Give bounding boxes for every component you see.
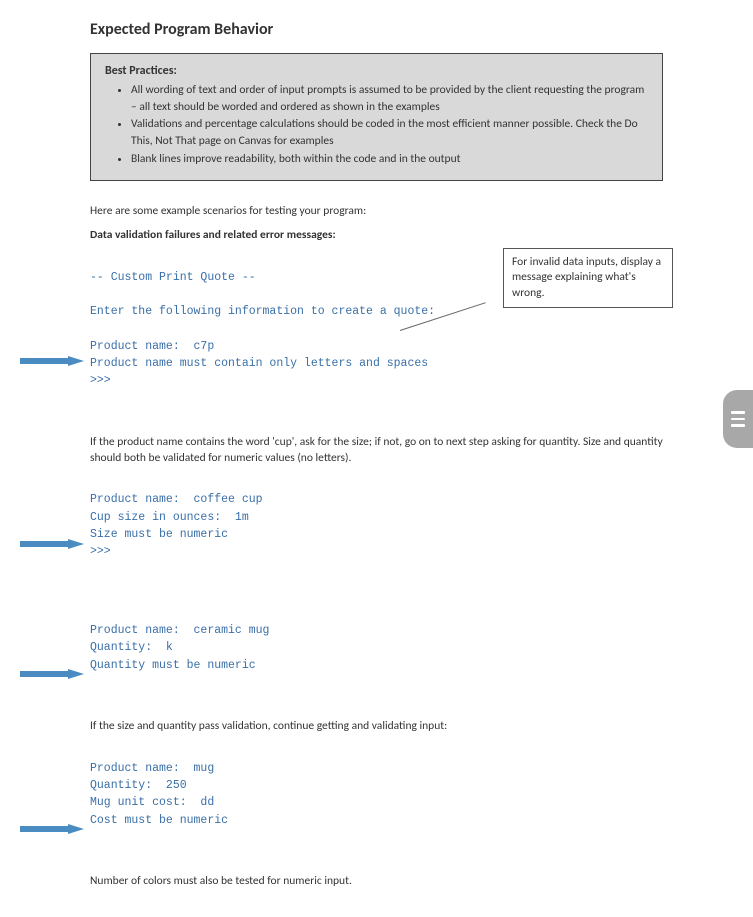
intro-text: Here are some example scenarios for test… xyxy=(90,203,663,219)
code-sample: Product name: mug Quantity: 250 Mug unit… xyxy=(90,743,663,864)
example-block-1: -- Custom Print Quote -- Enter the follo… xyxy=(90,252,663,425)
code-sample: Product name: coffee cup Cup size in oun… xyxy=(90,474,663,595)
code-line: Product name: coffee cup xyxy=(90,493,263,506)
code-line: >>> xyxy=(90,374,111,387)
list-item: Validations and percentage calculations … xyxy=(131,116,648,149)
paragraph: Number of colors must also be tested for… xyxy=(90,873,663,889)
best-practices-box: Best Practices: All wording of text and … xyxy=(90,53,663,181)
pointer-arrow-icon xyxy=(20,322,84,332)
pointer-arrow-icon xyxy=(20,635,84,645)
code-sample: Product name: ceramic mug Quantity: k Qu… xyxy=(90,605,663,709)
menu-icon xyxy=(731,411,745,427)
pointer-arrow-icon xyxy=(20,504,84,514)
code-line: Cup size in ounces: 1m xyxy=(90,511,249,524)
box-title: Best Practices: xyxy=(105,64,648,78)
list-item: Blank lines improve readability, both wi… xyxy=(131,151,648,168)
code-line: Cost must be numeric xyxy=(90,814,228,827)
code-line: Product name: mug xyxy=(90,762,214,775)
code-line: Product name must contain only letters a… xyxy=(90,357,428,370)
document-page: Expected Program Behavior Best Practices… xyxy=(0,0,753,917)
best-practices-list: All wording of text and order of input p… xyxy=(105,82,648,167)
paragraph: If the size and quantity pass validation… xyxy=(90,718,663,734)
code-line: >>> xyxy=(90,545,111,558)
code-line: Quantity: k xyxy=(90,641,173,654)
side-handle[interactable] xyxy=(723,390,753,448)
pointer-arrow-icon xyxy=(20,790,84,800)
code-line: Size must be numeric xyxy=(90,528,228,541)
code-line: Product name: ceramic mug xyxy=(90,624,269,637)
code-line: Enter the following information to creat… xyxy=(90,305,435,318)
callout-box: For invalid data inputs, display a messa… xyxy=(503,248,673,309)
code-line: Quantity: 250 xyxy=(90,779,187,792)
section-heading: Data validation failures and related err… xyxy=(90,227,663,243)
code-line: Quantity must be numeric xyxy=(90,659,256,672)
code-line: Product name: c7p xyxy=(90,340,214,353)
paragraph: If the product name contains the word 'c… xyxy=(90,434,663,466)
page-title: Expected Program Behavior xyxy=(90,20,663,39)
code-line: Mug unit cost: dd xyxy=(90,796,214,809)
code-line: -- Custom Print Quote -- xyxy=(90,271,256,284)
list-item: All wording of text and order of input p… xyxy=(131,82,648,115)
